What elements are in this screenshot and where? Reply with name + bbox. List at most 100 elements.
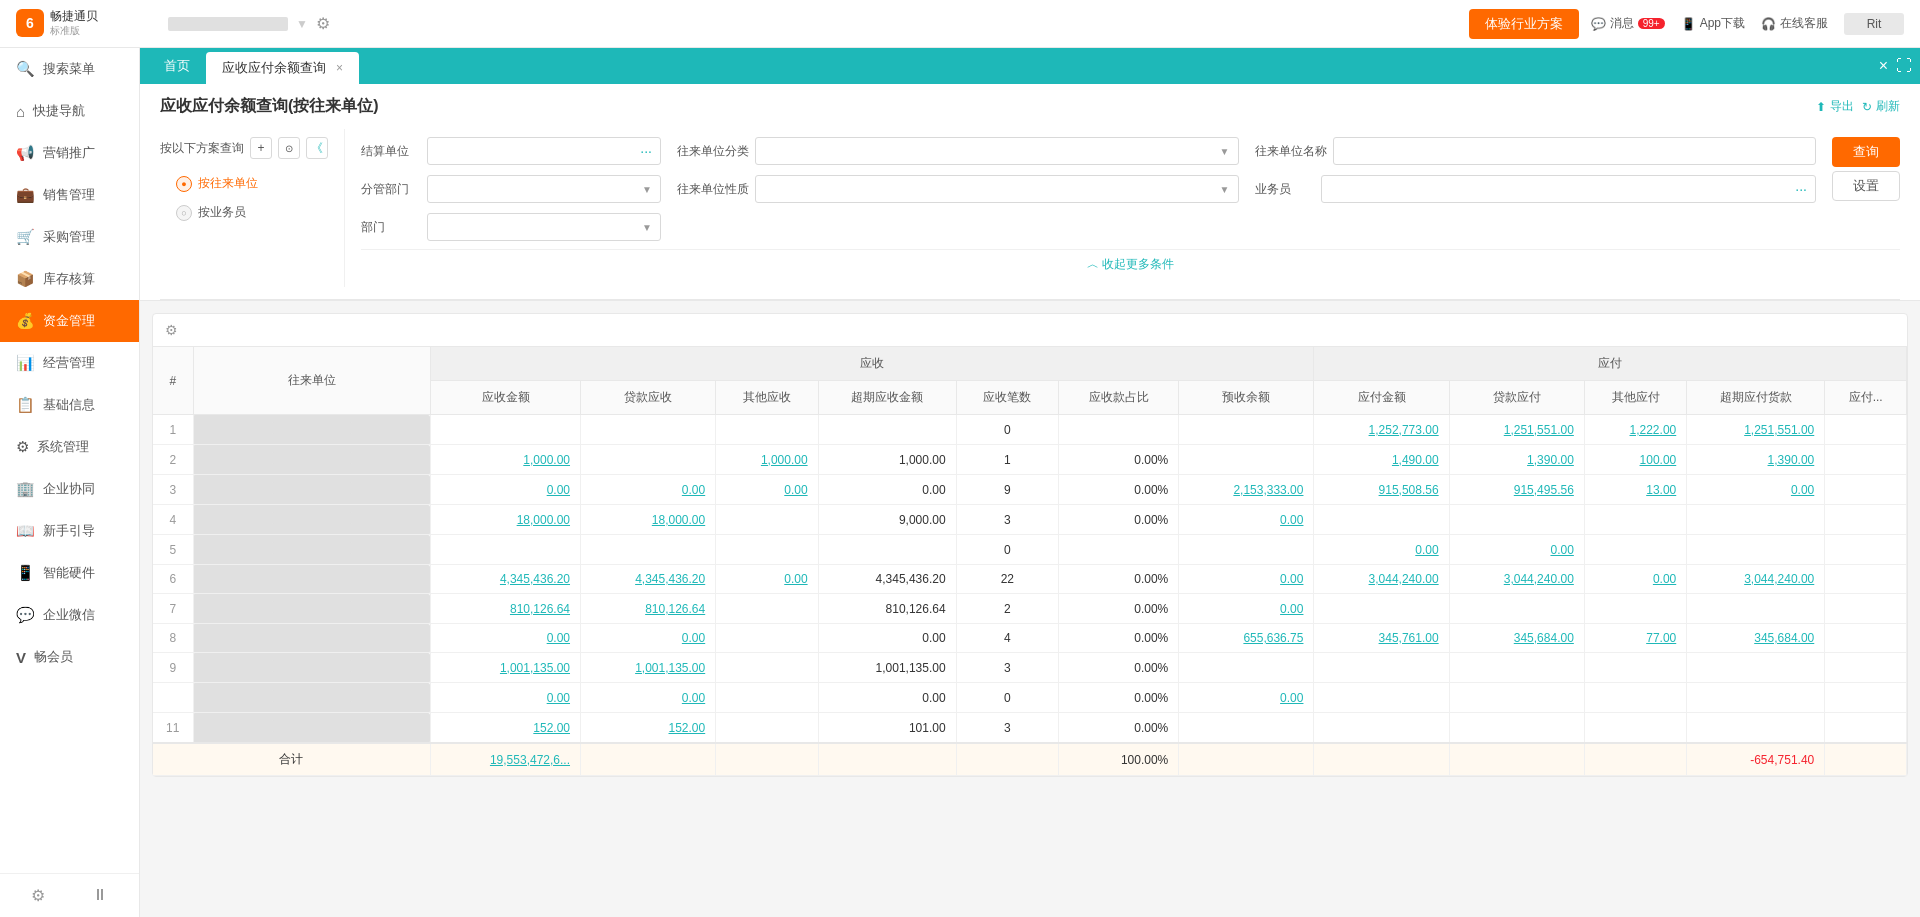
data-cell[interactable]: 4,345,436.20	[581, 565, 716, 594]
sidebar-item-system[interactable]: ⚙ 系统管理	[0, 426, 139, 468]
refresh-btn[interactable]: ↻ 刷新	[1862, 98, 1900, 115]
data-cell[interactable]: 1,390.00	[1687, 445, 1825, 475]
data-cell[interactable]	[1449, 505, 1584, 535]
data-cell[interactable]: 100.00	[1584, 445, 1686, 475]
salesperson-ellipsis[interactable]: ···	[1795, 181, 1807, 197]
data-cell[interactable]	[1449, 594, 1584, 624]
settings-gear-icon[interactable]: ⚙	[316, 14, 330, 33]
data-cell[interactable]: 810,126.64	[581, 594, 716, 624]
data-cell[interactable]: 1,251,551.00	[1449, 415, 1584, 445]
partner-nature-select[interactable]: ▼	[755, 175, 1239, 203]
data-cell[interactable]: 0.00	[430, 475, 580, 505]
message-btn[interactable]: 💬 消息 99+	[1591, 15, 1665, 32]
data-cell[interactable]	[1584, 594, 1686, 624]
sidebar-item-enterprise[interactable]: 🏢 企业协同	[0, 468, 139, 510]
data-cell[interactable]	[1584, 535, 1686, 565]
export-btn[interactable]: ⬆ 导出	[1816, 98, 1854, 115]
data-cell[interactable]	[716, 653, 818, 683]
data-cell[interactable]: 655,636.75	[1179, 624, 1314, 653]
edit-scheme-btn[interactable]: ⊙	[278, 137, 300, 159]
data-cell[interactable]	[716, 505, 818, 535]
data-cell[interactable]: 0.00	[581, 683, 716, 713]
data-cell[interactable]: 0.00	[581, 624, 716, 653]
sidebar-item-finance[interactable]: 💰 资金管理	[0, 300, 139, 342]
solution-btn[interactable]: 体验行业方案	[1469, 9, 1579, 39]
data-cell[interactable]	[1687, 683, 1825, 713]
data-cell[interactable]	[581, 445, 716, 475]
data-cell[interactable]	[1449, 653, 1584, 683]
tab-minimize-icon[interactable]: ×	[1879, 57, 1888, 75]
sidebar-item-purchase[interactable]: 🛒 采购管理	[0, 216, 139, 258]
data-cell[interactable]	[716, 713, 818, 744]
data-cell[interactable]: 1,001,135.00	[581, 653, 716, 683]
data-cell[interactable]: 152.00	[430, 713, 580, 744]
data-cell[interactable]: 0.00	[1179, 683, 1314, 713]
sidebar-item-nav[interactable]: ⌂ 快捷导航	[0, 90, 139, 132]
data-cell[interactable]: 18,000.00	[430, 505, 580, 535]
data-cell[interactable]: 0.00	[1584, 565, 1686, 594]
setting-button[interactable]: 设置	[1832, 171, 1900, 201]
data-cell[interactable]: 0.00	[1687, 475, 1825, 505]
user-avatar[interactable]: Rit	[1844, 13, 1904, 35]
tab-maximize-icon[interactable]: ⛶	[1896, 57, 1912, 75]
more-conditions-btn[interactable]: ︿ 收起更多条件	[361, 249, 1900, 279]
data-cell[interactable]	[1687, 535, 1825, 565]
data-cell[interactable]: 345,684.00	[1449, 624, 1584, 653]
dept-select[interactable]: ▼	[427, 213, 661, 241]
partner-name-input[interactable]	[1333, 137, 1817, 165]
sidebar-item-wechat[interactable]: 💬 企业微信	[0, 594, 139, 636]
data-cell[interactable]: 18,000.00	[581, 505, 716, 535]
sidebar-gear-icon[interactable]: ⚙	[31, 886, 45, 905]
sidebar-item-marketing[interactable]: 📢 营销推广	[0, 132, 139, 174]
option-by-partner[interactable]: ● 按往来单位	[160, 169, 328, 198]
data-cell[interactable]: 152.00	[581, 713, 716, 744]
data-cell[interactable]: 1,001,135.00	[430, 653, 580, 683]
data-cell[interactable]	[430, 535, 580, 565]
data-cell[interactable]	[716, 594, 818, 624]
sidebar-item-hardware[interactable]: 📱 智能硬件	[0, 552, 139, 594]
data-cell[interactable]: 0.00	[581, 475, 716, 505]
data-cell[interactable]: 1,251,551.00	[1687, 415, 1825, 445]
data-cell[interactable]	[1687, 594, 1825, 624]
sidebar-item-operation[interactable]: 📊 经营管理	[0, 342, 139, 384]
data-cell[interactable]: 915,495.56	[1449, 475, 1584, 505]
data-cell[interactable]	[1314, 594, 1449, 624]
data-cell[interactable]	[1584, 653, 1686, 683]
data-cell[interactable]: 2,153,333.00	[1179, 475, 1314, 505]
data-cell[interactable]: 0.00	[1449, 535, 1584, 565]
app-download-btn[interactable]: 📱 App下载	[1681, 15, 1745, 32]
data-cell[interactable]	[1314, 653, 1449, 683]
data-cell[interactable]	[581, 415, 716, 445]
data-cell[interactable]: 0.00	[716, 475, 818, 505]
data-cell[interactable]	[716, 624, 818, 653]
data-cell[interactable]: 3,044,240.00	[1449, 565, 1584, 594]
sidebar-item-sales[interactable]: 💼 销售管理	[0, 174, 139, 216]
data-cell[interactable]: 1,252,773.00	[1314, 415, 1449, 445]
data-cell[interactable]: 0.00	[716, 565, 818, 594]
data-cell[interactable]	[581, 535, 716, 565]
settlement-ellipsis[interactable]: ···	[640, 143, 652, 159]
data-cell[interactable]	[430, 415, 580, 445]
data-cell[interactable]: 77.00	[1584, 624, 1686, 653]
managing-dept-select[interactable]: ▼	[427, 175, 661, 203]
data-cell[interactable]: 1,222.00	[1584, 415, 1686, 445]
data-cell[interactable]: 3,044,240.00	[1314, 565, 1449, 594]
data-cell[interactable]	[1687, 713, 1825, 744]
data-cell[interactable]: 4,345,436.20	[430, 565, 580, 594]
query-button[interactable]: 查询	[1832, 137, 1900, 167]
data-cell[interactable]: 1,000.00	[716, 445, 818, 475]
data-cell[interactable]: 0.00	[1179, 594, 1314, 624]
tab-receivable-query[interactable]: 应收应付余额查询 ×	[206, 52, 359, 84]
data-cell[interactable]	[1314, 683, 1449, 713]
data-cell[interactable]: 1,490.00	[1314, 445, 1449, 475]
collapse-btn[interactable]: 《	[306, 137, 328, 159]
data-cell[interactable]: 1,000.00	[430, 445, 580, 475]
data-cell[interactable]: 810,126.64	[430, 594, 580, 624]
salesperson-select[interactable]: ···	[1321, 175, 1817, 203]
option-by-salesperson[interactable]: ○ 按业务员	[160, 198, 328, 227]
data-cell[interactable]: 0.00	[1314, 535, 1449, 565]
data-cell[interactable]	[1314, 713, 1449, 744]
data-cell[interactable]	[1687, 653, 1825, 683]
data-cell[interactable]: 0.00	[1179, 565, 1314, 594]
data-cell[interactable]	[1687, 505, 1825, 535]
